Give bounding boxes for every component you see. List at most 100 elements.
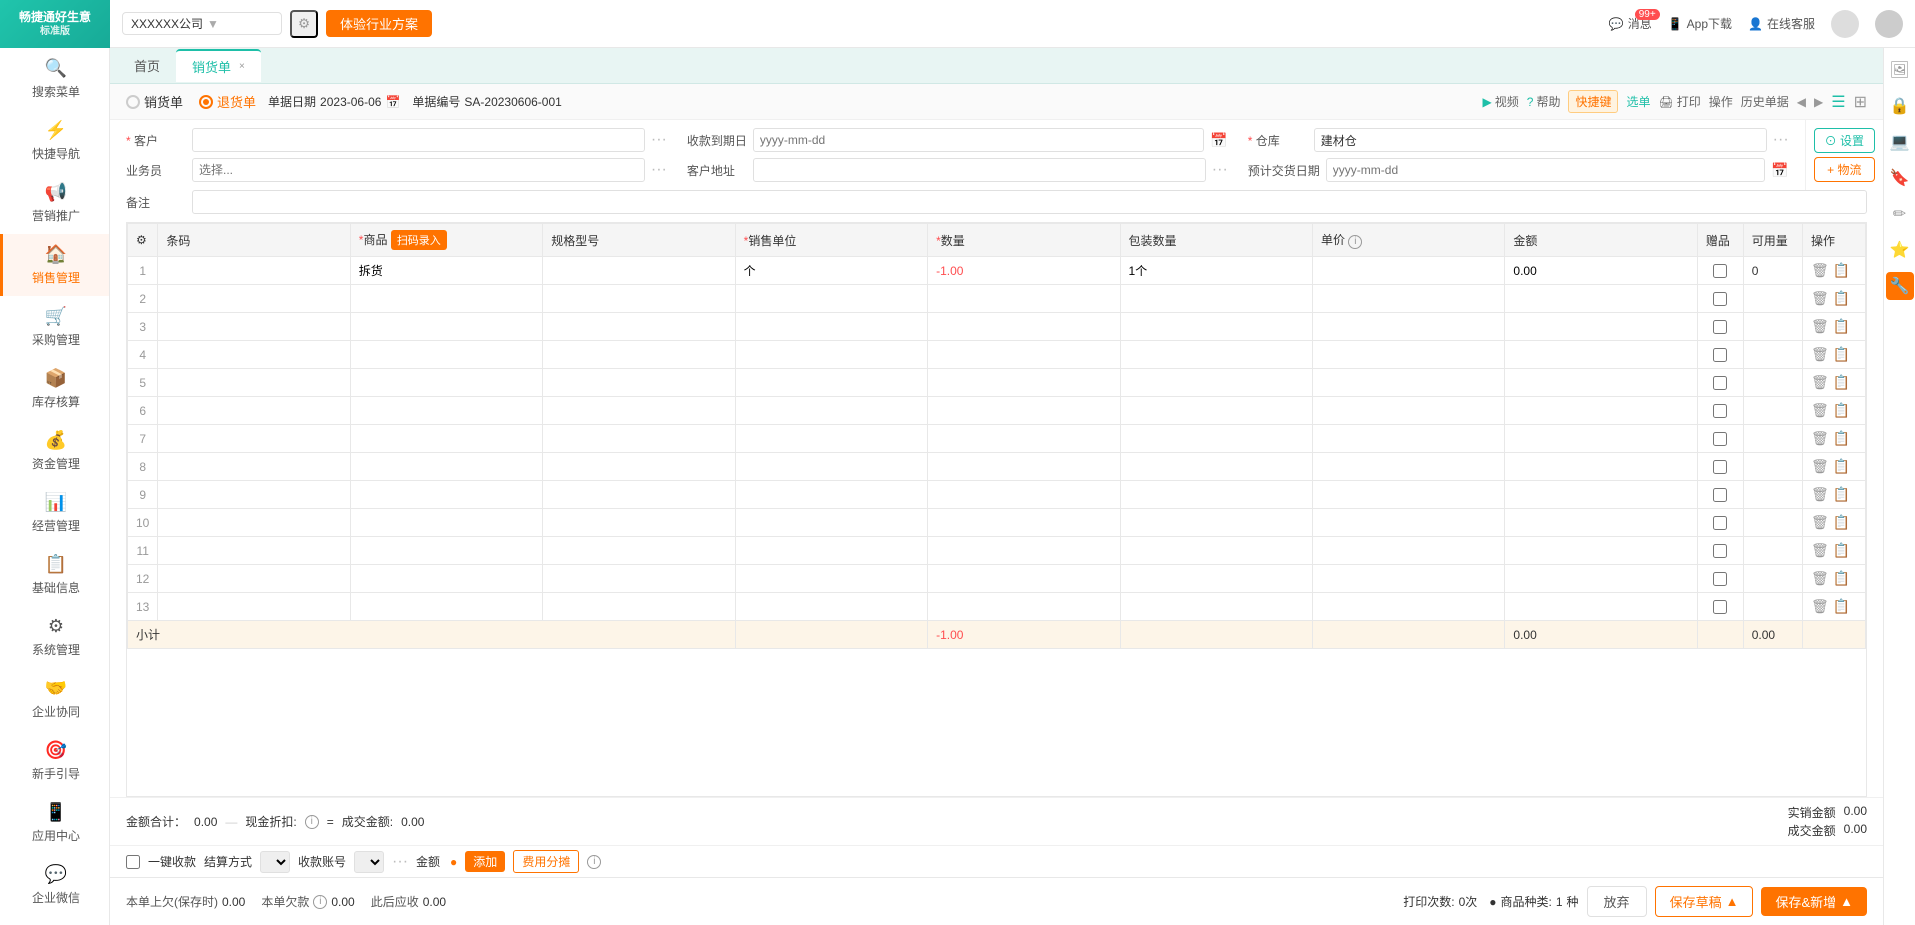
row-gift-7[interactable] (1697, 453, 1743, 481)
row-copy-btn-10[interactable]: 📋 (1833, 542, 1850, 559)
row-product-12[interactable] (350, 593, 542, 621)
col-settings[interactable]: ⚙ (128, 224, 158, 257)
row-barcode-0[interactable] (158, 257, 350, 285)
row-amount-1[interactable] (1505, 285, 1697, 313)
row-unit-10[interactable] (735, 537, 927, 565)
customer-dots[interactable]: ··· (651, 131, 667, 149)
row-product-2[interactable] (350, 313, 542, 341)
row-amount-5[interactable] (1505, 397, 1697, 425)
shortcut-btn[interactable]: 快捷键 (1568, 90, 1618, 113)
sidebar-item-inventory[interactable]: 📦 库存核算 (0, 358, 109, 420)
row-gift-0[interactable] (1697, 257, 1743, 285)
row-qty-6[interactable] (928, 425, 1120, 453)
row-unit-1[interactable] (735, 285, 927, 313)
row-spec-10[interactable] (543, 537, 735, 565)
warehouse-input[interactable] (1314, 128, 1767, 152)
row-pack-qty-1[interactable] (1120, 285, 1312, 313)
row-delete-btn-6[interactable]: 🗑 (1811, 430, 1829, 447)
row-amount-3[interactable] (1505, 341, 1697, 369)
row-price-9[interactable] (1312, 509, 1504, 537)
sidebar-item-guide[interactable]: 🎯 新手引导 (0, 730, 109, 792)
row-gift-12[interactable] (1697, 593, 1743, 621)
tab-home[interactable]: 首页 (118, 50, 176, 81)
row-unit-7[interactable] (735, 453, 927, 481)
calendar-icon[interactable]: 📅 (385, 95, 400, 109)
grid-view-icon[interactable]: ⊞ (1854, 92, 1867, 112)
right-panel-star-icon[interactable]: ⭐ (1886, 236, 1914, 264)
row-product-10[interactable] (350, 537, 542, 565)
row-qty-12[interactable] (928, 593, 1120, 621)
sidebar-item-marketing[interactable]: 📢 营销推广 (0, 172, 109, 234)
row-gift-3[interactable] (1697, 341, 1743, 369)
row-amount-2[interactable] (1505, 313, 1697, 341)
row-spec-2[interactable] (543, 313, 735, 341)
scan-btn[interactable]: 扫码录入 (391, 230, 447, 250)
cash-discount-info-icon[interactable]: i (305, 815, 319, 829)
row-price-11[interactable] (1312, 565, 1504, 593)
row-amount-0[interactable] (1505, 257, 1697, 285)
row-barcode-9[interactable] (158, 509, 350, 537)
row-qty-10[interactable] (928, 537, 1120, 565)
row-copy-btn-0[interactable]: 📋 (1833, 262, 1850, 279)
radio-return-order[interactable]: 退货单 (199, 92, 256, 111)
row-pack-qty-10[interactable] (1120, 537, 1312, 565)
row-pack-qty-5[interactable] (1120, 397, 1312, 425)
row-spec-11[interactable] (543, 565, 735, 593)
sidebar-item-collab[interactable]: 🤝 企业协同 (0, 668, 109, 730)
row-delete-btn-3[interactable]: 🗑 (1811, 346, 1829, 363)
operation-btn[interactable]: 操作 (1709, 93, 1733, 110)
row-unit-12[interactable] (735, 593, 927, 621)
sidebar-item-system[interactable]: ⚙ 系统管理 (0, 606, 109, 668)
row-delete-btn-8[interactable]: 🗑 (1811, 486, 1829, 503)
right-panel-edit-icon[interactable]: ✏ (1886, 200, 1914, 228)
row-unit-6[interactable] (735, 425, 927, 453)
sidebar-item-finance[interactable]: 💰 资金管理 (0, 420, 109, 482)
row-gift-1[interactable] (1697, 285, 1743, 313)
row-pack-qty-6[interactable] (1120, 425, 1312, 453)
sidebar-item-quick-nav[interactable]: ⚡ 快捷导航 (0, 110, 109, 172)
row-product-3[interactable] (350, 341, 542, 369)
sidebar-item-purchase[interactable]: 🛒 采购管理 (0, 296, 109, 358)
payment-dots[interactable]: ··· (392, 853, 408, 871)
next-icon[interactable]: ▶ (1814, 95, 1823, 109)
row-pack-qty-7[interactable] (1120, 453, 1312, 481)
row-product-5[interactable] (350, 397, 542, 425)
row-copy-btn-12[interactable]: 📋 (1833, 598, 1850, 615)
row-copy-btn-5[interactable]: 📋 (1833, 402, 1850, 419)
tab-close-icon[interactable]: × (239, 61, 245, 72)
row-qty-5[interactable] (928, 397, 1120, 425)
row-spec-5[interactable] (543, 397, 735, 425)
sidebar-item-sales[interactable]: 🏠 销售管理 (0, 234, 109, 296)
addr-dots[interactable]: ··· (1212, 161, 1228, 179)
product-kind-icon[interactable]: ● (1489, 895, 1496, 909)
row-price-3[interactable] (1312, 341, 1504, 369)
sidebar-item-basic-info[interactable]: 📋 基础信息 (0, 544, 109, 606)
add-payment-button[interactable]: 添加 (465, 851, 505, 872)
row-product-8[interactable] (350, 481, 542, 509)
row-delete-btn-12[interactable]: 🗑 (1811, 598, 1829, 615)
row-product-4[interactable] (350, 369, 542, 397)
row-delete-btn-1[interactable]: 🗑 (1811, 290, 1829, 307)
row-pack-qty-2[interactable] (1120, 313, 1312, 341)
row-qty-3[interactable] (928, 341, 1120, 369)
row-copy-btn-2[interactable]: 📋 (1833, 318, 1850, 335)
row-unit-8[interactable] (735, 481, 927, 509)
row-price-6[interactable] (1312, 425, 1504, 453)
due-date-calendar-icon[interactable]: 📅 (1210, 132, 1227, 149)
right-panel-img-icon[interactable]: 🖼 (1886, 56, 1914, 84)
save-new-button[interactable]: 保存&新增 ▲ (1761, 887, 1867, 916)
row-copy-btn-8[interactable]: 📋 (1833, 486, 1850, 503)
sidebar-item-app-center[interactable]: 📱 应用中心 (0, 792, 109, 854)
row-delete-btn-5[interactable]: 🗑 (1811, 402, 1829, 419)
row-gift-6[interactable] (1697, 425, 1743, 453)
sidebar-item-member[interactable]: 👑 畅会员 (0, 916, 109, 925)
row-product-1[interactable] (350, 285, 542, 313)
row-pack-qty-11[interactable] (1120, 565, 1312, 593)
row-delete-btn-10[interactable]: 🗑 (1811, 542, 1829, 559)
print-btn[interactable]: 🖨 打印 (1659, 93, 1701, 110)
row-barcode-6[interactable] (158, 425, 350, 453)
row-barcode-4[interactable] (158, 369, 350, 397)
row-gift-5[interactable] (1697, 397, 1743, 425)
row-amount-4[interactable] (1505, 369, 1697, 397)
row-qty-1[interactable] (928, 285, 1120, 313)
